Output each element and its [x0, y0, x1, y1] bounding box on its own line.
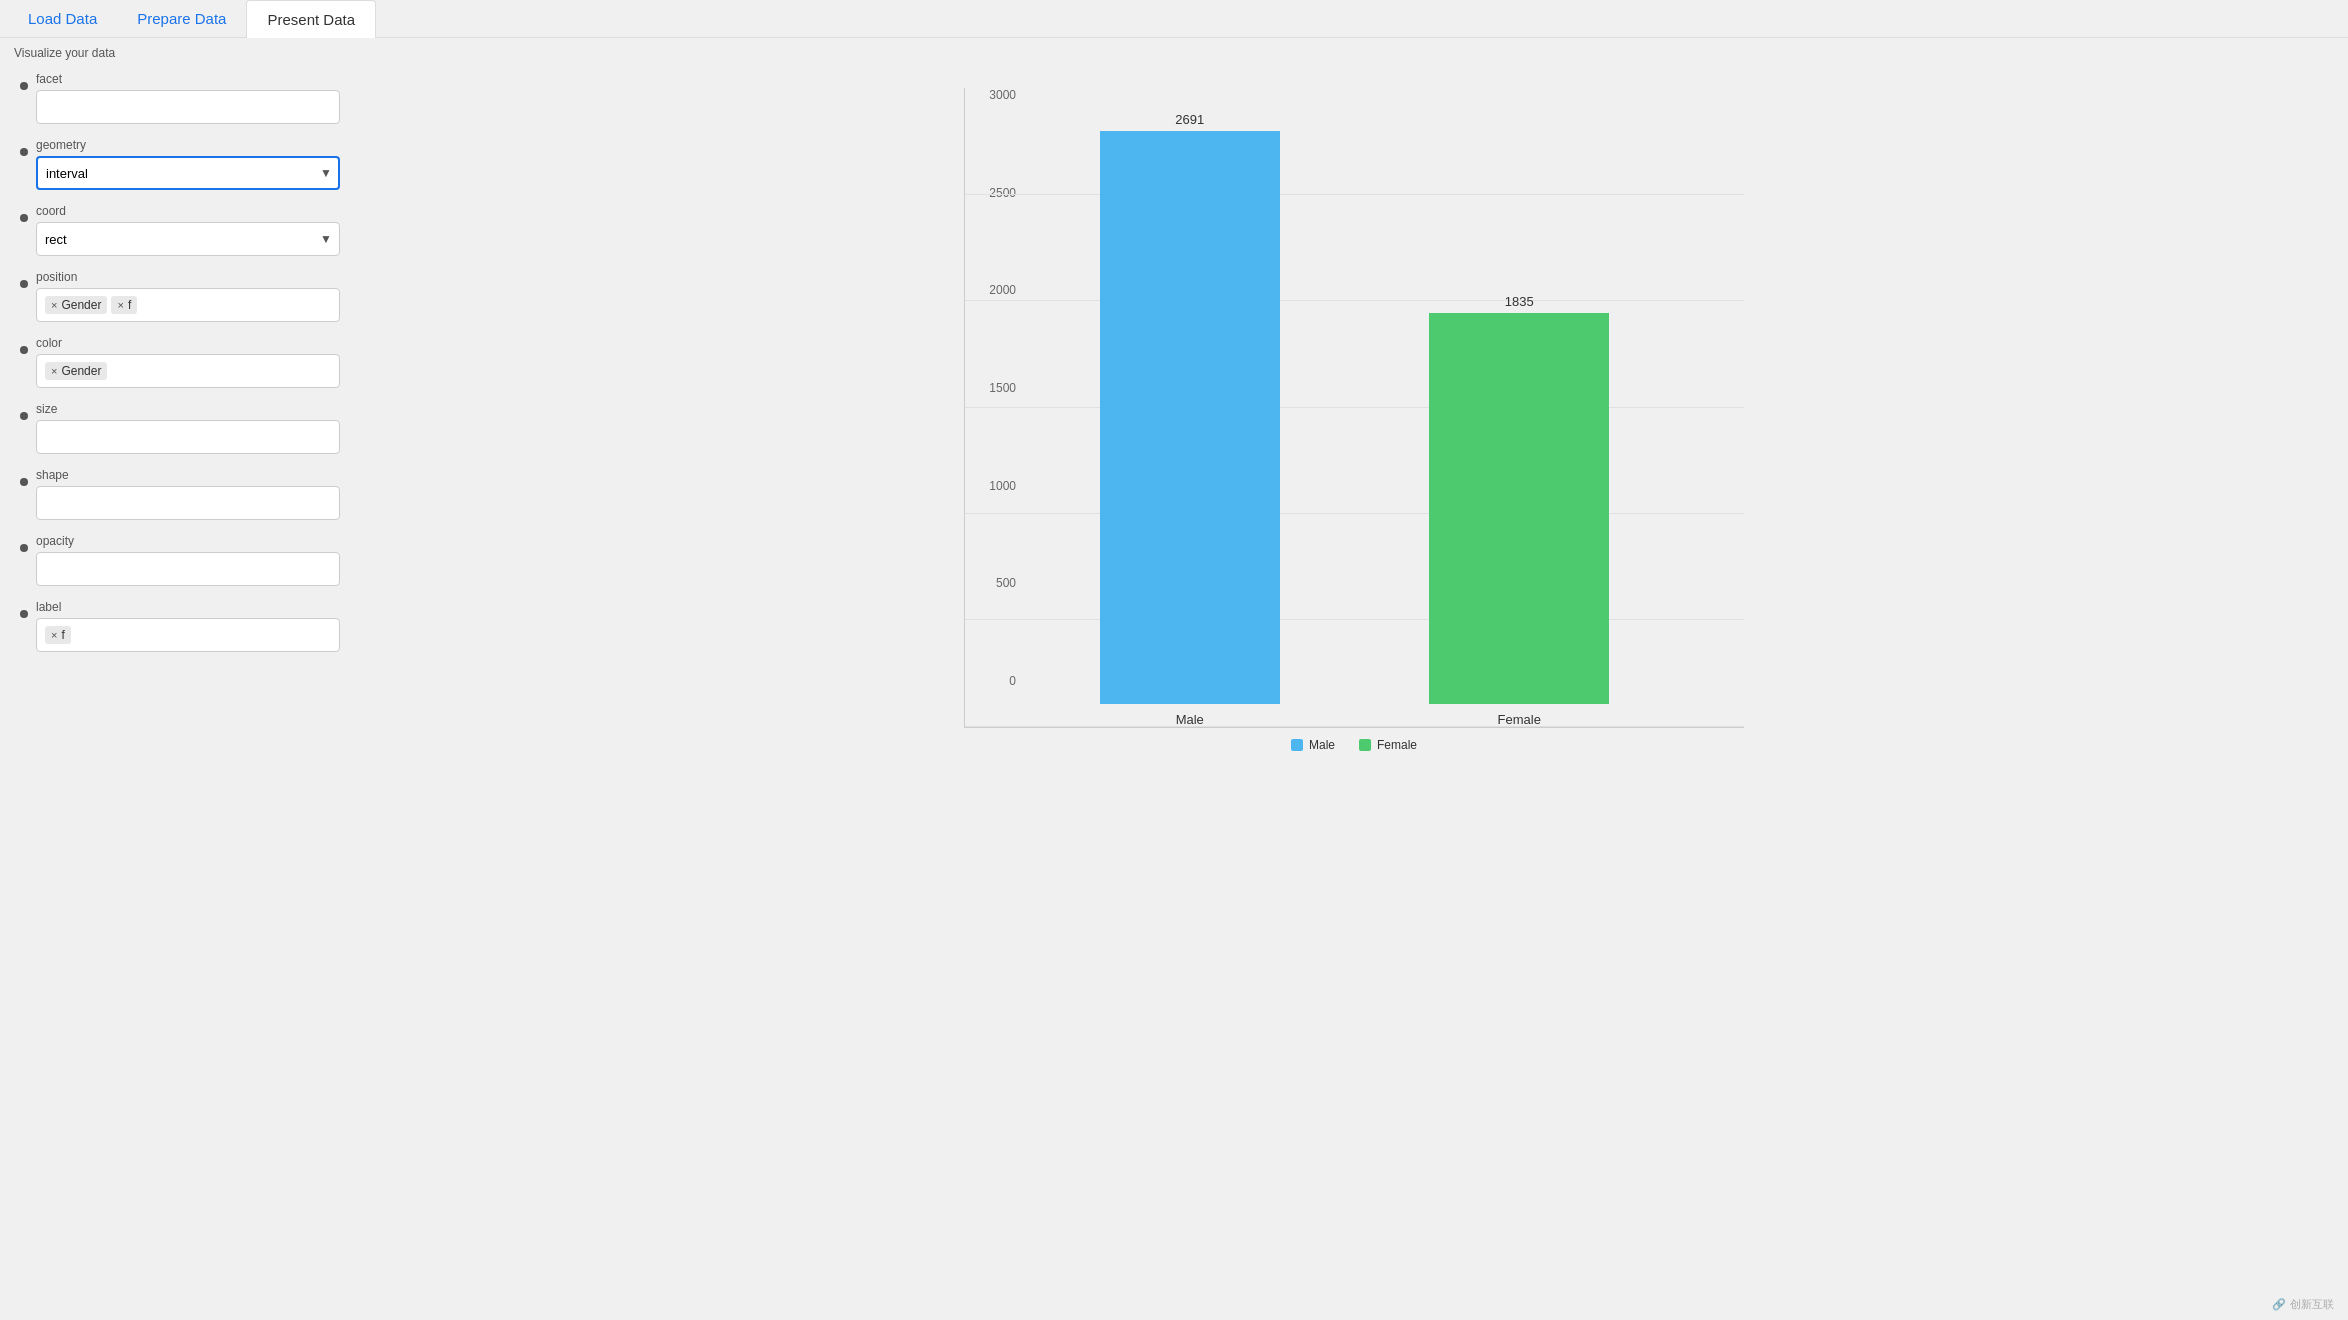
color-tag-gender: × Gender — [45, 362, 107, 380]
position-tag-gender: × Gender — [45, 296, 107, 314]
legend-label-female: Female — [1377, 738, 1417, 752]
bullet-label-field — [20, 610, 28, 618]
position-tag-f-label: f — [128, 298, 131, 312]
chart-container: 3000 2500 2000 1500 1000 500 0 — [964, 88, 1744, 752]
bullet-size — [20, 412, 28, 420]
bar-male-value: 2691 — [1100, 112, 1280, 127]
tab-prepare-data[interactable]: Prepare Data — [117, 0, 246, 37]
field-position: position × Gender × f — [20, 270, 340, 322]
label-tag-f-remove[interactable]: × — [51, 629, 57, 641]
tab-bar: Load Data Prepare Data Present Data — [0, 0, 2348, 38]
page-subtitle: Visualize your data — [0, 38, 2348, 68]
opacity-inner: opacity — [36, 534, 340, 586]
field-shape: shape — [20, 468, 340, 520]
shape-label: shape — [36, 468, 340, 482]
size-input[interactable] — [36, 420, 340, 454]
legend-label-male: Male — [1309, 738, 1335, 752]
legend-dot-male — [1291, 739, 1303, 751]
shape-input[interactable] — [36, 486, 340, 520]
color-label: color — [36, 336, 340, 350]
geometry-select[interactable]: interval point line area — [36, 156, 340, 190]
tab-present-data[interactable]: Present Data — [246, 0, 376, 38]
bar-female-rect — [1429, 313, 1609, 704]
bar-female-value: 1835 — [1429, 294, 1609, 309]
chart-area: 3000 2500 2000 1500 1000 500 0 — [360, 68, 2348, 772]
field-size: size — [20, 402, 340, 454]
field-color: color × Gender — [20, 336, 340, 388]
bar-male-label: Male — [1176, 712, 1204, 727]
position-tag-f-remove[interactable]: × — [117, 299, 123, 311]
facet-label: facet — [36, 72, 340, 86]
field-coord: coord rect polar theta ▼ — [20, 204, 340, 256]
field-label: label × f — [20, 600, 340, 652]
facet-input[interactable] — [36, 90, 340, 124]
color-tag-gender-label: Gender — [61, 364, 101, 378]
label-tag-f-label: f — [61, 628, 64, 642]
legend-item-male: Male — [1291, 738, 1335, 752]
coord-label: coord — [36, 204, 340, 218]
bullet-shape — [20, 478, 28, 486]
bar-male-rect — [1100, 131, 1280, 704]
size-label: size — [36, 402, 340, 416]
color-tag-gender-remove[interactable]: × — [51, 365, 57, 377]
field-opacity: opacity — [20, 534, 340, 586]
geometry-inner: geometry interval point line area ▼ — [36, 138, 340, 190]
label-tag-input[interactable]: × f — [36, 618, 340, 652]
geometry-label: geometry — [36, 138, 340, 152]
position-tag-gender-remove[interactable]: × — [51, 299, 57, 311]
bullet-color — [20, 346, 28, 354]
bullet-position — [20, 280, 28, 288]
opacity-input[interactable] — [36, 552, 340, 586]
legend-dot-female — [1359, 739, 1371, 751]
bar-group-female: 1835 Female — [1355, 88, 1685, 727]
bullet-geometry — [20, 148, 28, 156]
geometry-select-wrapper: interval point line area ▼ — [36, 156, 340, 190]
label-tag-f: × f — [45, 626, 71, 644]
chart-legend: Male Female — [964, 738, 1744, 752]
main-content: facet geometry interval point line area … — [0, 68, 2348, 772]
coord-inner: coord rect polar theta ▼ — [36, 204, 340, 256]
color-inner: color × Gender — [36, 336, 340, 388]
bullet-opacity — [20, 544, 28, 552]
opacity-label: opacity — [36, 534, 340, 548]
tab-load-data[interactable]: Load Data — [8, 0, 117, 37]
legend-item-female: Female — [1359, 738, 1417, 752]
bars-area: 2691 Male 1835 Female — [964, 88, 1744, 728]
bar-male: 2691 — [1100, 112, 1280, 704]
size-inner: size — [36, 402, 340, 454]
bar-chart-wrapper: 3000 2500 2000 1500 1000 500 0 — [964, 88, 1744, 728]
color-tag-input[interactable]: × Gender — [36, 354, 340, 388]
coord-select[interactable]: rect polar theta — [36, 222, 340, 256]
position-inner: position × Gender × f — [36, 270, 340, 322]
bullet-coord — [20, 214, 28, 222]
shape-inner: shape — [36, 468, 340, 520]
position-tag-gender-label: Gender — [61, 298, 101, 312]
sidebar: facet geometry interval point line area … — [0, 68, 360, 772]
position-tag-input[interactable]: × Gender × f — [36, 288, 340, 322]
bar-female: 1835 — [1429, 294, 1609, 704]
coord-select-wrapper: rect polar theta ▼ — [36, 222, 340, 256]
label-field-label: label — [36, 600, 340, 614]
position-label: position — [36, 270, 340, 284]
label-inner: label × f — [36, 600, 340, 652]
field-facet: facet — [20, 72, 340, 124]
field-geometry: geometry interval point line area ▼ — [20, 138, 340, 190]
facet-inner: facet — [36, 72, 340, 124]
bar-group-male: 2691 Male — [1025, 88, 1355, 727]
position-tag-f: × f — [111, 296, 137, 314]
bar-female-label: Female — [1498, 712, 1541, 727]
bullet-facet — [20, 82, 28, 90]
